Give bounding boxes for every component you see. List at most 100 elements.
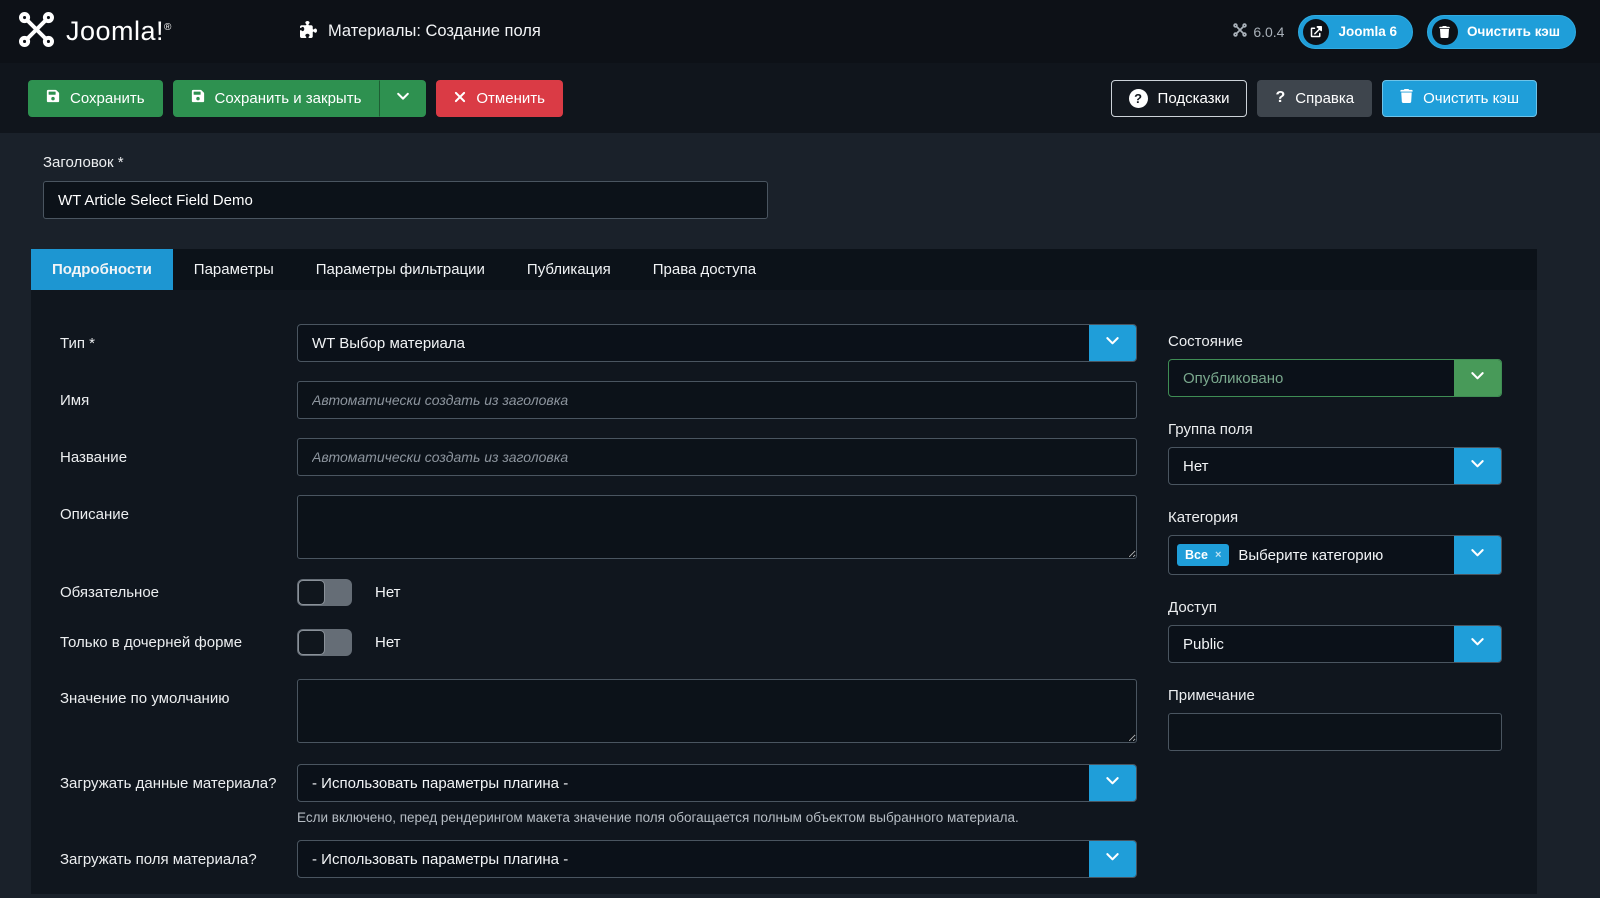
load-article-fields-arrow-button[interactable] — [1089, 841, 1136, 877]
chevron-down-icon — [1470, 456, 1485, 476]
save-close-label: Сохранить и закрыть — [215, 90, 362, 107]
joomla-logo-text: Joomla!® — [66, 16, 172, 47]
version-indicator: 6.0.4 — [1233, 23, 1284, 40]
required-toggle-value: Нет — [375, 584, 401, 601]
field-group-select-value: Нет — [1169, 448, 1454, 484]
tab-permissions[interactable]: Права доступа — [632, 249, 777, 290]
load-article-fields-select[interactable]: - Использовать параметры плагина - — [297, 840, 1137, 878]
page-title: Материалы: Создание поля — [300, 21, 541, 43]
default-value-textarea[interactable] — [297, 679, 1137, 743]
name-input[interactable] — [297, 381, 1137, 419]
category-chip-label: Все — [1185, 548, 1208, 562]
header-clear-cache-button[interactable]: Очистить кэш — [1427, 15, 1576, 49]
category-placeholder: Выберите категорию — [1238, 547, 1383, 564]
tab-details[interactable]: Подробности — [31, 249, 173, 290]
joomla-logo-icon — [18, 11, 55, 53]
joomla6-link-button[interactable]: Joomla 6 — [1298, 15, 1413, 49]
load-article-data-value: - Использовать параметры плагина - — [298, 765, 1089, 801]
trash-icon — [1432, 19, 1458, 45]
field-group-arrow-button[interactable] — [1454, 448, 1501, 484]
type-select-value: WT Выбор материала — [298, 325, 1089, 361]
help-label: Справка — [1295, 90, 1354, 107]
field-label-label: Название — [60, 438, 297, 476]
chevron-down-icon — [396, 89, 410, 107]
access-select[interactable]: Public — [1168, 625, 1502, 663]
load-article-data-arrow-button[interactable] — [1089, 765, 1136, 801]
type-select-arrow-button[interactable] — [1089, 325, 1136, 361]
type-select[interactable]: WT Выбор материала — [297, 324, 1137, 362]
tab-filter-options[interactable]: Параметры фильтрации — [295, 249, 506, 290]
access-label: Доступ — [1168, 599, 1502, 616]
save-close-split-button: Сохранить и закрыть — [173, 80, 427, 117]
toolbar-right: ? Подсказки ? Справка Очистить кэш — [1111, 80, 1537, 117]
category-label: Категория — [1168, 509, 1502, 526]
chevron-down-icon — [1105, 849, 1120, 869]
only-subform-toggle-value: Нет — [375, 634, 401, 651]
clear-cache-label: Очистить кэш — [1423, 90, 1519, 107]
load-article-data-label: Загружать данные материала? — [60, 764, 297, 827]
state-select-arrow-button[interactable] — [1454, 360, 1501, 396]
save-icon — [191, 89, 205, 107]
field-label-input[interactable] — [297, 438, 1137, 476]
chevron-down-icon — [1470, 634, 1485, 654]
category-chip-all[interactable]: Все × — [1177, 544, 1229, 566]
external-link-icon — [1303, 19, 1329, 45]
field-row-required: Обязательное Нет — [60, 578, 1137, 606]
state-group: Состояние Опубликовано — [1168, 333, 1502, 397]
field-row-default-value: Значение по умолчанию — [60, 679, 1137, 748]
description-label: Описание — [60, 495, 297, 564]
note-group: Примечание — [1168, 687, 1502, 751]
default-value-label: Значение по умолчанию — [60, 679, 297, 748]
title-input[interactable] — [43, 181, 768, 219]
field-row-load-article-fields: Загружать поля материала? - Использовать… — [60, 840, 1137, 878]
help-button[interactable]: ? Справка — [1257, 80, 1372, 117]
joomla-version-icon — [1233, 23, 1247, 40]
access-arrow-button[interactable] — [1454, 626, 1501, 662]
tab-publishing[interactable]: Публикация — [506, 249, 632, 290]
field-row-type: Тип * WT Выбор материала — [60, 324, 1137, 362]
category-group: Категория Все × Выберите категорию — [1168, 509, 1502, 575]
puzzle-piece-icon — [300, 21, 317, 43]
field-row-load-article-data: Загружать данные материала? - Использова… — [60, 764, 1137, 827]
cancel-label: Отменить — [476, 90, 545, 107]
trash-icon — [1400, 89, 1413, 107]
form-left-column: Тип * WT Выбор материала Имя — [60, 324, 1137, 894]
cancel-button[interactable]: Отменить — [436, 80, 563, 117]
save-options-dropdown-button[interactable] — [379, 80, 426, 117]
chevron-down-icon — [1105, 333, 1120, 353]
required-toggle[interactable] — [297, 579, 352, 606]
chevron-down-icon — [1105, 773, 1120, 793]
load-article-fields-label: Загружать поля материала? — [60, 840, 297, 878]
toolbar: Сохранить Сохранить и закрыть Отменить — [0, 63, 1600, 133]
clear-cache-button[interactable]: Очистить кэш — [1382, 80, 1537, 117]
note-input[interactable] — [1168, 713, 1502, 751]
field-group-select[interactable]: Нет — [1168, 447, 1502, 485]
load-article-data-select[interactable]: - Использовать параметры плагина - — [297, 764, 1137, 802]
tab-card: Подробности Параметры Параметры фильтрац… — [31, 249, 1537, 894]
save-close-button[interactable]: Сохранить и закрыть — [173, 80, 380, 117]
description-textarea[interactable] — [297, 495, 1137, 559]
inline-help-button[interactable]: ? Подсказки — [1111, 80, 1248, 117]
only-subform-toggle[interactable] — [297, 629, 352, 656]
category-arrow-button[interactable] — [1454, 536, 1501, 574]
category-select-content: Все × Выберите категорию — [1169, 536, 1454, 574]
settings-sidebar: Состояние Опубликовано Группа поля Нет — [1168, 324, 1502, 894]
save-button[interactable]: Сохранить — [28, 80, 163, 117]
field-row-name: Имя — [60, 381, 1137, 419]
joomla-logo[interactable]: Joomla!® — [18, 11, 300, 53]
joomla6-link-label: Joomla 6 — [1338, 24, 1397, 39]
save-label: Сохранить — [70, 90, 145, 107]
category-select[interactable]: Все × Выберите категорию — [1168, 535, 1502, 575]
question-circle-icon: ? — [1129, 89, 1148, 108]
state-label: Состояние — [1168, 333, 1502, 350]
only-subform-label: Только в дочерней форме — [60, 628, 297, 656]
header-clear-cache-label: Очистить кэш — [1467, 24, 1560, 39]
question-icon: ? — [1275, 89, 1285, 107]
chevron-down-icon — [1470, 545, 1485, 565]
chevron-down-icon — [1470, 368, 1485, 388]
tab-options[interactable]: Параметры — [173, 249, 295, 290]
chip-remove-icon[interactable]: × — [1215, 549, 1221, 561]
top-header: Joomla!® Материалы: Создание поля — [0, 0, 1600, 63]
state-select[interactable]: Опубликовано — [1168, 359, 1502, 397]
toggle-knob — [298, 630, 325, 655]
